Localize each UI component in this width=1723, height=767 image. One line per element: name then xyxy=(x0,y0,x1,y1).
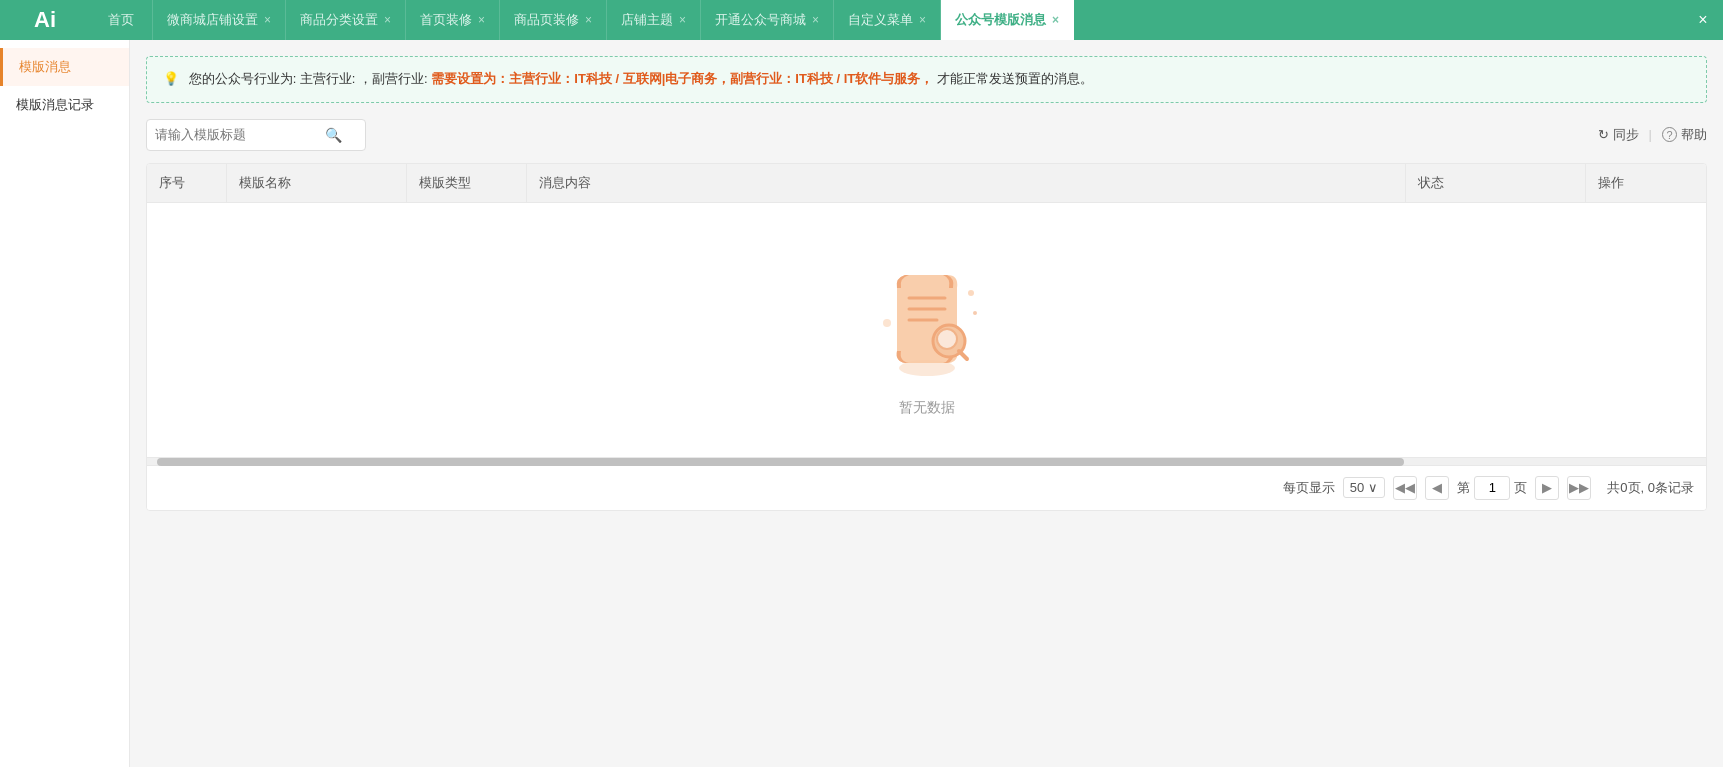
help-label: 帮助 xyxy=(1681,126,1707,144)
total-info: 共0页, 0条记录 xyxy=(1607,479,1694,497)
sidebar-item-template-message-log-label: 模版消息记录 xyxy=(16,97,94,112)
empty-text: 暂无数据 xyxy=(899,399,955,417)
page-label: 第 xyxy=(1457,479,1470,497)
search-bar: 🔍 ↻ 同步 | ? 帮助 xyxy=(146,119,1707,151)
sync-label: 同步 xyxy=(1613,126,1639,144)
tab-category-settings[interactable]: 商品分类设置 × xyxy=(286,0,406,40)
per-page-dropdown-icon: ∨ xyxy=(1368,480,1378,495)
table-header: 序号 模版名称 模版类型 消息内容 状态 操作 xyxy=(147,164,1706,203)
th-seq: 序号 xyxy=(147,164,227,202)
sidebar-item-template-message-label: 模版消息 xyxy=(19,59,71,74)
tab-template-message-close[interactable]: × xyxy=(1052,13,1059,27)
tab-shop-theme-label: 店铺主题 xyxy=(621,11,673,29)
search-actions: ↻ 同步 | ? 帮助 xyxy=(1598,126,1707,144)
sync-icon: ↻ xyxy=(1598,127,1609,142)
notice-icon: 💡 xyxy=(163,71,179,86)
notice-box: 💡 您的公众号行业为: 主营行业: ，副营行业: 需要设置为：主营行业：IT科技… xyxy=(146,56,1707,103)
svg-point-7 xyxy=(968,290,974,296)
next-page-button[interactable]: ▶ xyxy=(1535,476,1559,500)
svg-line-6 xyxy=(959,351,967,359)
sidebar: 模版消息 模版消息记录 xyxy=(0,40,130,767)
th-action: 操作 xyxy=(1586,164,1706,202)
tab-custom-menu-label: 自定义菜单 xyxy=(848,11,913,29)
tab-product-decoration[interactable]: 商品页装修 × xyxy=(500,0,607,40)
first-page-button[interactable]: ◀◀ xyxy=(1393,476,1417,500)
page-input[interactable] xyxy=(1474,476,1510,500)
svg-point-9 xyxy=(973,311,977,315)
th-status: 状态 xyxy=(1406,164,1586,202)
page-num-input: 第 页 xyxy=(1457,476,1527,500)
tab-shop-settings-label: 微商城店铺设置 xyxy=(167,11,258,29)
th-template-name: 模版名称 xyxy=(227,164,407,202)
scrollbar-track[interactable] xyxy=(147,457,1706,465)
search-input-wrap[interactable]: 🔍 xyxy=(146,119,366,151)
svg-point-8 xyxy=(883,319,891,327)
tab-category-settings-label: 商品分类设置 xyxy=(300,11,378,29)
th-template-type: 模版类型 xyxy=(407,164,527,202)
per-page-value: 50 xyxy=(1350,480,1364,495)
tab-shop-theme-close[interactable]: × xyxy=(679,13,686,27)
search-icon[interactable]: 🔍 xyxy=(325,127,342,143)
empty-icon xyxy=(867,263,987,383)
tab-open-mall-close[interactable]: × xyxy=(812,13,819,27)
tab-open-mall-label: 开通公众号商城 xyxy=(715,11,806,29)
svg-point-5 xyxy=(937,329,957,349)
pipe-divider: | xyxy=(1649,127,1652,142)
tab-template-message-label: 公众号模版消息 xyxy=(955,11,1046,29)
tab-shop-settings[interactable]: 微商城店铺设置 × xyxy=(153,0,286,40)
tab-template-message[interactable]: 公众号模版消息 × xyxy=(941,0,1074,40)
scrollbar-thumb[interactable] xyxy=(157,458,1404,466)
notice-text-after: 才能正常发送预置的消息。 xyxy=(937,71,1093,86)
help-button[interactable]: ? 帮助 xyxy=(1662,126,1707,144)
page-suffix: 页 xyxy=(1514,479,1527,497)
app-logo: Ai xyxy=(0,0,90,40)
top-nav: Ai 首页 微商城店铺设置 × 商品分类设置 × 首页装修 × 商品页装修 × … xyxy=(0,0,1723,40)
table-container: 序号 模版名称 模版类型 消息内容 状态 操作 xyxy=(146,163,1707,511)
tab-shop-settings-close[interactable]: × xyxy=(264,13,271,27)
help-icon: ? xyxy=(1662,127,1677,142)
tab-product-decoration-close[interactable]: × xyxy=(585,13,592,27)
tab-home-decoration[interactable]: 首页装修 × xyxy=(406,0,500,40)
sync-button[interactable]: ↻ 同步 xyxy=(1598,126,1639,144)
tab-home-decoration-label: 首页装修 xyxy=(420,11,472,29)
empty-state: 暂无数据 xyxy=(147,203,1706,457)
notice-highlight-text: 需要设置为：主营行业：IT科技 / 互联网|电子商务，副营行业：IT科技 / I… xyxy=(431,71,933,86)
tab-custom-menu[interactable]: 自定义菜单 × xyxy=(834,0,941,40)
tab-product-decoration-label: 商品页装修 xyxy=(514,11,579,29)
per-page-label: 每页显示 xyxy=(1283,479,1335,497)
tab-home-decoration-close[interactable]: × xyxy=(478,13,485,27)
last-page-button[interactable]: ▶▶ xyxy=(1567,476,1591,500)
main-layout: 模版消息 模版消息记录 💡 您的公众号行业为: 主营行业: ，副营行业: 需要设… xyxy=(0,40,1723,767)
per-page-select[interactable]: 50 ∨ xyxy=(1343,477,1385,498)
tab-open-mall[interactable]: 开通公众号商城 × xyxy=(701,0,834,40)
nav-tabs: 首页 微商城店铺设置 × 商品分类设置 × 首页装修 × 商品页装修 × 店铺主… xyxy=(90,0,1683,40)
main-content: 💡 您的公众号行业为: 主营行业: ，副营行业: 需要设置为：主营行业：IT科技… xyxy=(130,40,1723,767)
th-message-content: 消息内容 xyxy=(527,164,1406,202)
tab-category-settings-close[interactable]: × xyxy=(384,13,391,27)
global-close-button[interactable]: × xyxy=(1683,0,1723,40)
prev-page-button[interactable]: ◀ xyxy=(1425,476,1449,500)
pagination: 每页显示 50 ∨ ◀◀ ◀ 第 页 ▶ ▶▶ xyxy=(147,465,1706,510)
notice-text-before: 您的公众号行业为: 主营行业: ，副营行业: xyxy=(189,71,432,86)
tab-shop-theme[interactable]: 店铺主题 × xyxy=(607,0,701,40)
tab-home[interactable]: 首页 xyxy=(90,0,153,40)
tab-home-label: 首页 xyxy=(108,11,134,29)
sidebar-item-template-message-log[interactable]: 模版消息记录 xyxy=(0,86,129,124)
search-input[interactable] xyxy=(155,127,325,142)
tab-custom-menu-close[interactable]: × xyxy=(919,13,926,27)
sidebar-item-template-message[interactable]: 模版消息 xyxy=(0,48,129,86)
